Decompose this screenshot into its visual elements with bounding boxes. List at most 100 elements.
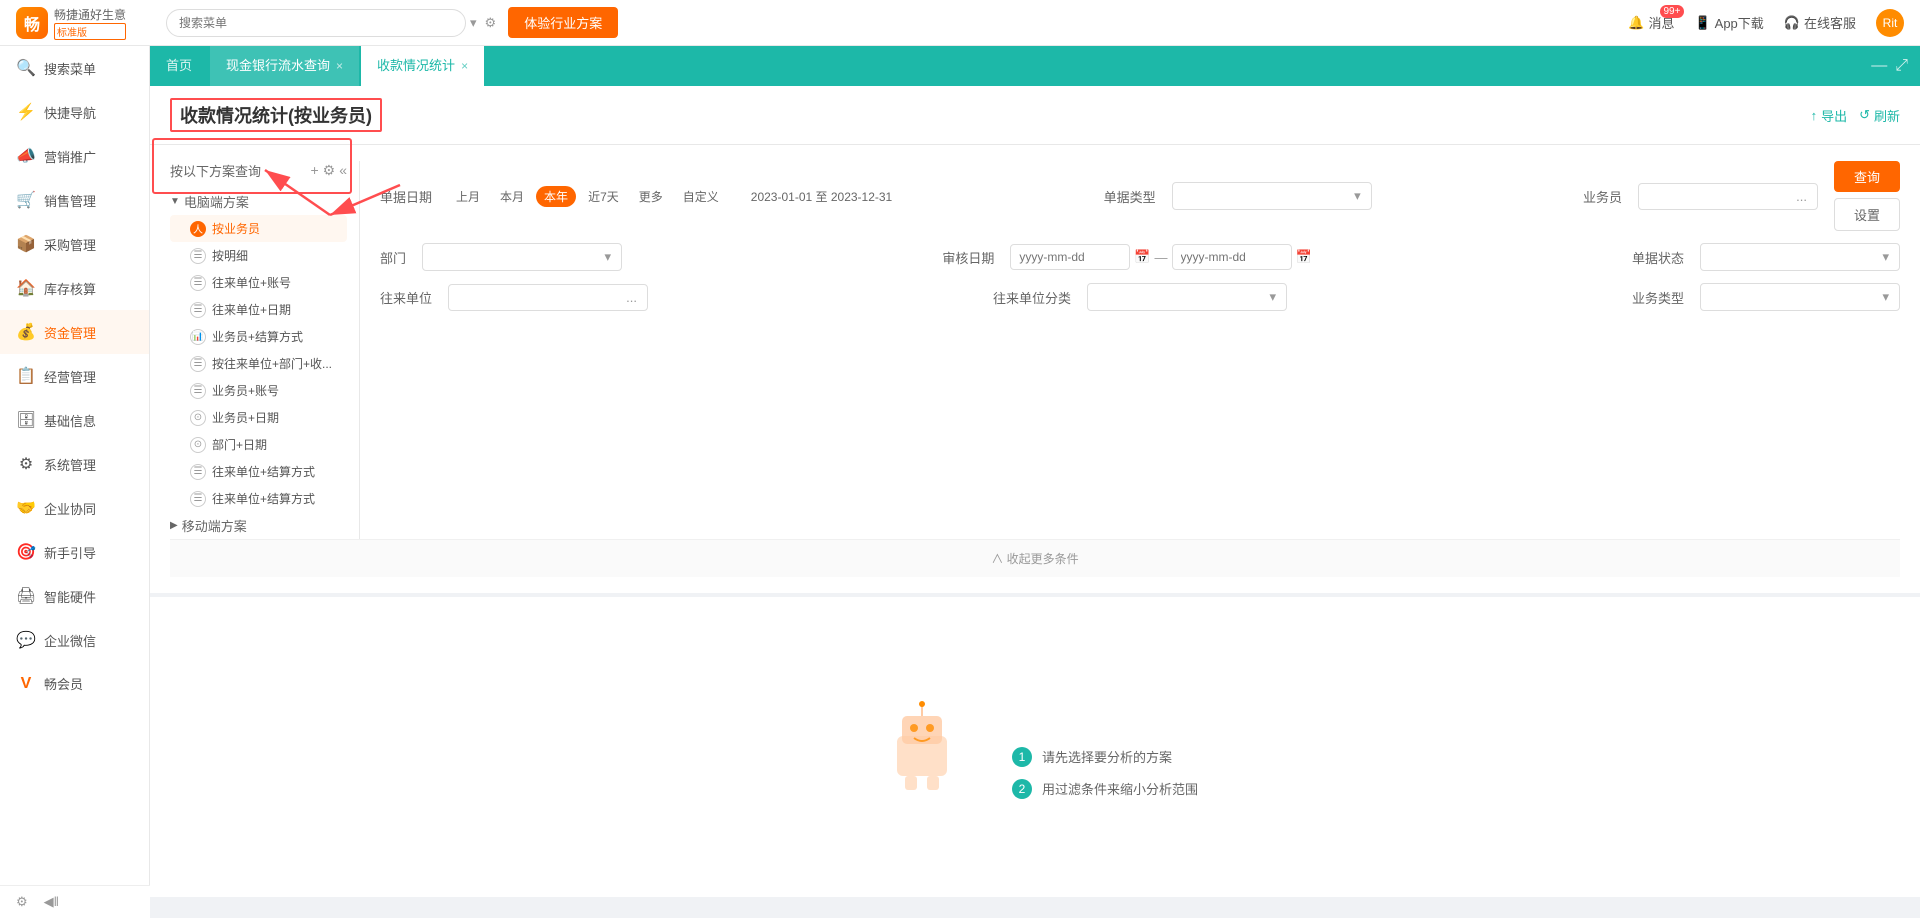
headset-icon: 🎧 (1784, 15, 1800, 31)
sidebar-item-collab[interactable]: 🤝 企业协同 (0, 486, 149, 530)
sidebar-item-label: 新手引导 (44, 543, 96, 562)
scheme-item-icon: ☰ (190, 356, 206, 372)
top-search-input[interactable] (166, 9, 466, 37)
online-service-button[interactable]: 🎧 在线客服 (1784, 13, 1856, 32)
sidebar-item-vip[interactable]: V 畅会员 (0, 662, 149, 705)
logo-area: 畅 畅捷通好生意 标准版 (16, 6, 166, 40)
tab-home[interactable]: 首页 (150, 46, 208, 86)
scheme-item-icon: ☰ (190, 302, 206, 318)
scheme-item-partner-dept[interactable]: ☰ 按往来单位+部门+收... (170, 350, 347, 377)
settings-icon[interactable]: ⚙ (485, 15, 497, 31)
sidebar-item-wxwork[interactable]: 💬 企业微信 (0, 618, 149, 662)
vip-icon: V (16, 675, 36, 693)
date-tab-this-year[interactable]: 本年 (536, 186, 576, 207)
scheme-item-icon: 人 (190, 221, 206, 237)
sidebar-item-quicknav[interactable]: ⚡ 快捷导航 (0, 90, 149, 134)
tab-minimize-icon[interactable]: — (1871, 57, 1887, 75)
doc-status-select[interactable]: ▾ (1700, 243, 1900, 271)
sidebar-bottom: ⚙ ◀‖ (0, 885, 150, 918)
tab-collection[interactable]: 收款情况统计 × (361, 46, 484, 86)
sidebar-collapse-icon[interactable]: ◀‖ (44, 894, 59, 910)
refresh-button[interactable]: ↺ 刷新 (1859, 106, 1900, 125)
hardware-icon: 🖨 (16, 586, 36, 606)
results-area: 1 请先选择要分析的方案 2 用过滤条件来缩小分析范围 (150, 597, 1920, 897)
salesperson-input[interactable]: ... (1638, 183, 1818, 210)
notification-button[interactable]: 🔔 消息 99+ (1628, 13, 1674, 32)
chevron-down-icon: ▾ (604, 249, 611, 265)
tab-maximize-icon[interactable]: ⤢ (1895, 57, 1908, 75)
sidebar-item-label: 销售管理 (44, 191, 96, 210)
sidebar-item-system[interactable]: ⚙ 系统管理 (0, 442, 149, 486)
bell-icon: 🔔 (1628, 15, 1644, 31)
sidebar-item-operation[interactable]: 📋 经营管理 (0, 354, 149, 398)
trial-button[interactable]: 体验行业方案 (508, 7, 618, 38)
sidebar-item-guide[interactable]: 🎯 新手引导 (0, 530, 149, 574)
scheme-item-by-salesperson[interactable]: 人 按业务员 (170, 215, 347, 242)
scheme-item-partner-date[interactable]: ☰ 往来单位+日期 (170, 296, 347, 323)
chevron-down-icon: ▾ (1354, 188, 1361, 204)
sidebar: 🔍 搜索菜单 ⚡ 快捷导航 📣 营销推广 🛒 销售管理 📦 采购管理 🏠 库存核… (0, 46, 150, 918)
calendar-to-icon[interactable]: 📅 (1296, 249, 1312, 265)
top-bar: 畅 畅捷通好生意 标准版 ▾ ⚙ 体验行业方案 🔔 消息 99+ 📱 App下载… (0, 0, 1920, 46)
biz-type-select[interactable]: ▾ (1700, 283, 1900, 311)
sidebar-item-label: 企业微信 (44, 631, 96, 650)
collab-icon: 🤝 (16, 498, 36, 518)
date-tab-custom[interactable]: 自定义 (675, 186, 727, 207)
scheme-item-dept-date[interactable]: ⊙ 部门+日期 (170, 431, 347, 458)
scheme-item-partner-settle2[interactable]: ☰ 往来单位+结算方式 (170, 485, 347, 512)
scheme-group-desktop-header[interactable]: ▼ 电脑端方案 (170, 188, 347, 215)
scheme-group-mobile: ▶ 移动端方案 (170, 512, 347, 539)
sidebar-item-basic[interactable]: 🗄 基础信息 (0, 398, 149, 442)
collapse-bar[interactable]: ∧ 收起更多条件 (170, 539, 1900, 577)
sidebar-settings-icon[interactable]: ⚙ (16, 894, 28, 910)
settings-button[interactable]: 设置 (1834, 198, 1900, 231)
date-tab-this-month[interactable]: 本月 (492, 186, 532, 207)
tab-bar: 首页 现金银行流水查询 × 收款情况统计 × — ⤢ (150, 46, 1920, 86)
sidebar-item-search[interactable]: 🔍 搜索菜单 (0, 46, 149, 90)
tab-close-cashflow[interactable]: × (336, 46, 343, 86)
sidebar-item-inventory[interactable]: 🏠 库存核算 (0, 266, 149, 310)
sidebar-item-sales[interactable]: 🛒 销售管理 (0, 178, 149, 222)
tab-close-collection[interactable]: × (461, 46, 468, 86)
scheme-collapse-icon[interactable]: « (339, 162, 347, 179)
scheme-item-icon: ☰ (190, 275, 206, 291)
date-tab-last-month[interactable]: 上月 (448, 186, 488, 207)
scheme-panel-header: 按以下方案查询 + ⚙ « (170, 161, 347, 180)
scheme-add-icon[interactable]: + (310, 162, 318, 179)
sidebar-item-purchase[interactable]: 📦 采购管理 (0, 222, 149, 266)
user-avatar[interactable]: Rit (1876, 9, 1904, 37)
scheme-item-partner-settle1[interactable]: ☰ 往来单位+结算方式 (170, 458, 347, 485)
sidebar-item-finance[interactable]: 💰 资金管理 (0, 310, 149, 354)
query-button[interactable]: 查询 (1834, 161, 1900, 192)
sidebar-item-label: 资金管理 (44, 323, 96, 342)
empty-step-1: 1 请先选择要分析的方案 (1012, 747, 1198, 767)
calendar-from-icon[interactable]: 📅 (1134, 249, 1150, 265)
date-tab-7days[interactable]: 近7天 (580, 186, 627, 207)
purchase-icon: 📦 (16, 234, 36, 254)
date-tab-more[interactable]: 更多 (631, 186, 671, 207)
dept-select[interactable]: ▾ (422, 243, 622, 271)
sidebar-item-label: 搜索菜单 (44, 59, 96, 78)
scheme-item-by-detail[interactable]: ☰ 按明细 (170, 242, 347, 269)
filter-panel: 按以下方案查询 + ⚙ « ▼ 电脑端方案 (150, 145, 1920, 593)
doc-type-select[interactable]: ▾ (1172, 182, 1372, 210)
scheme-item-partner-account[interactable]: ☰ 往来单位+账号 (170, 269, 347, 296)
scheme-item-salesperson-account[interactable]: ☰ 业务员+账号 (170, 377, 347, 404)
sidebar-item-hardware[interactable]: 🖨 智能硬件 (0, 574, 149, 618)
sidebar-item-label: 采购管理 (44, 235, 96, 254)
logo-icon: 畅 (16, 7, 48, 39)
partner-input[interactable]: ... (448, 284, 648, 311)
scheme-item-icon: ☰ (190, 383, 206, 399)
search-dropdown-icon[interactable]: ▾ (470, 15, 477, 31)
scheme-group-mobile-header[interactable]: ▶ 移动端方案 (170, 512, 347, 539)
review-date-from[interactable] (1010, 244, 1130, 270)
scheme-settings-icon[interactable]: ⚙ (323, 162, 336, 179)
export-button[interactable]: ↑ 导出 (1811, 106, 1848, 125)
sidebar-item-marketing[interactable]: 📣 营销推广 (0, 134, 149, 178)
app-download-button[interactable]: 📱 App下载 (1694, 13, 1763, 32)
scheme-item-salesperson-settle[interactable]: 📊 业务员+结算方式 (170, 323, 347, 350)
review-date-to[interactable] (1172, 244, 1292, 270)
partner-category-select[interactable]: ▾ (1087, 283, 1287, 311)
tab-cashflow[interactable]: 现金银行流水查询 × (210, 46, 359, 86)
scheme-item-salesperson-date[interactable]: ⊙ 业务员+日期 (170, 404, 347, 431)
